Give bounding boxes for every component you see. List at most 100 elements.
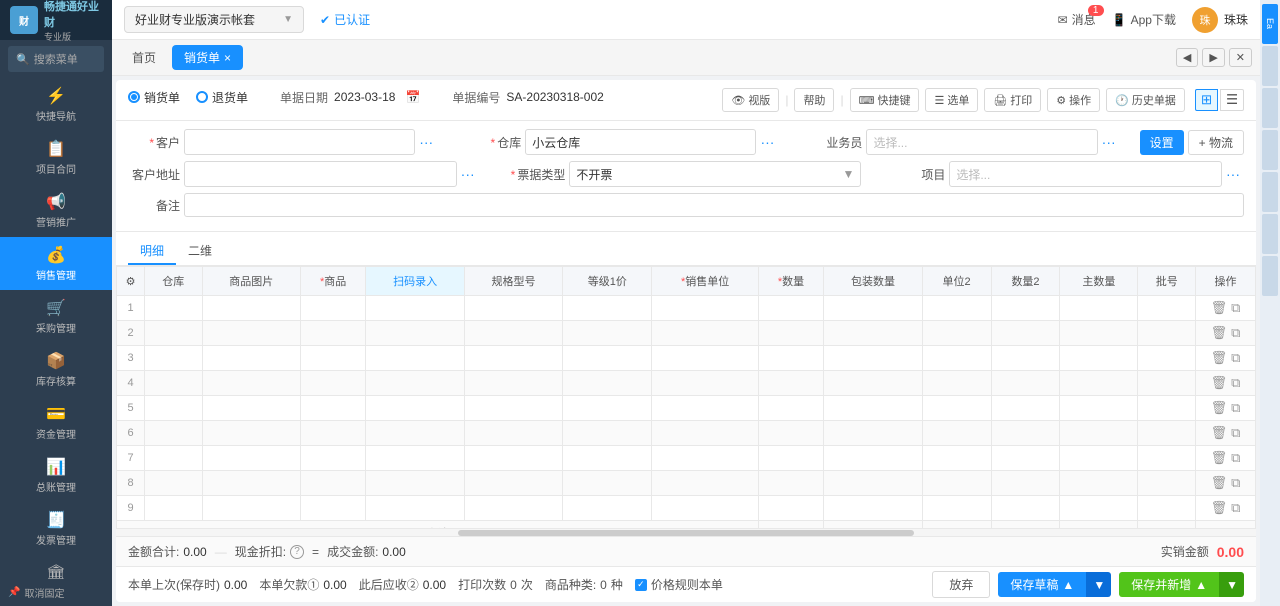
delete-row-2[interactable]: 🗑 (1211, 325, 1228, 341)
copy-row-3[interactable]: ⧉ (1231, 350, 1240, 366)
cell-pack-qty-2[interactable] (824, 321, 922, 346)
address-dots[interactable]: ··· (457, 166, 479, 182)
project-input[interactable]: 选择... (949, 161, 1222, 187)
right-panel-btn-6[interactable] (1262, 214, 1278, 254)
project-dots[interactable]: ··· (1222, 166, 1244, 182)
cell-price1-1[interactable] (563, 296, 652, 321)
copy-row-7[interactable]: ⧉ (1231, 450, 1240, 466)
cell-sales-unit-1[interactable] (652, 296, 758, 321)
delete-row-3[interactable]: 🗑 (1211, 350, 1228, 366)
right-panel-btn-7[interactable] (1262, 256, 1278, 296)
sidebar-item-marketing[interactable]: 📢 营销推广 (0, 184, 112, 237)
tab-sales[interactable]: 销货单 × (172, 45, 243, 70)
customer-dots[interactable]: ··· (415, 134, 437, 150)
cell-batch-2[interactable] (366, 321, 464, 346)
cell-qty2-1[interactable] (991, 296, 1060, 321)
col-unit2[interactable]: 单位2 (922, 267, 991, 296)
cell-unit2-2[interactable] (922, 321, 991, 346)
right-panel-btn-5[interactable] (1262, 172, 1278, 212)
radio-return[interactable]: 退货单 (196, 89, 248, 106)
cell-batch-no-2[interactable] (1138, 321, 1196, 346)
shortcut-button[interactable]: ⌨ 快捷键 (850, 88, 920, 112)
delete-row-7[interactable]: 🗑 (1211, 450, 1228, 466)
horizontal-scrollbar[interactable] (116, 528, 1256, 536)
save-new-dropdown[interactable]: ▼ (1219, 572, 1244, 597)
col-warehouse[interactable]: 仓库 (145, 267, 203, 296)
salesperson-input[interactable]: 选择... (866, 129, 1097, 155)
delete-row-6[interactable]: 🗑 (1211, 425, 1228, 441)
sidebar-item-tax[interactable]: 🏛 税务管理 (0, 555, 112, 579)
col-batch[interactable]: 批号 (1138, 267, 1196, 296)
tab-next-button[interactable]: ▶ (1202, 48, 1224, 67)
cell-spec-1[interactable] (464, 296, 562, 321)
copy-row-5[interactable]: ⧉ (1231, 400, 1240, 416)
cell-unit2-1[interactable] (922, 296, 991, 321)
remark-input[interactable] (184, 193, 1244, 217)
help-button[interactable]: 帮助 (794, 88, 834, 112)
cell-qty-2[interactable] (758, 321, 823, 346)
view-button[interactable]: 👁 视版 (722, 88, 779, 112)
right-panel-btn-2[interactable] (1262, 46, 1278, 86)
tab-mingxi[interactable]: 明细 (128, 238, 176, 265)
warehouse-input[interactable]: 小云仓库 (525, 129, 756, 155)
cell-main-qty-2[interactable] (1060, 321, 1138, 346)
sidebar-item-quicknav[interactable]: ⚡ 快捷导航 (0, 78, 112, 131)
abandon-button[interactable]: 放弃 (932, 571, 990, 598)
save-new-button[interactable]: 保存并新增 ▲ (1119, 572, 1219, 597)
cell-warehouse-2[interactable] (145, 321, 203, 346)
delete-row-5[interactable]: 🗑 (1211, 400, 1228, 416)
history-button[interactable]: 🕐 历史单据 (1106, 88, 1185, 112)
tab-home[interactable]: 首页 (120, 45, 168, 70)
cell-goods-1[interactable] (300, 296, 365, 321)
col-goods[interactable]: *商品 (300, 267, 365, 296)
app-download-button[interactable]: 📱 App下载 (1112, 11, 1176, 28)
delete-row-4[interactable]: 🗑 (1211, 375, 1228, 391)
message-button[interactable]: ✉ 1 消息 (1058, 11, 1096, 28)
sidebar-item-sales[interactable]: 💰 销售管理 (0, 237, 112, 290)
sidebar-item-project[interactable]: 📋 项目合同 (0, 131, 112, 184)
sidebar-item-purchase[interactable]: 🛒 采购管理 (0, 290, 112, 343)
date-value[interactable]: 2023-03-18 (334, 90, 395, 104)
cell-batch-1[interactable] (366, 296, 464, 321)
logistics-button[interactable]: + 物流 (1188, 130, 1244, 155)
tab-close-icon[interactable]: × (224, 51, 231, 65)
price-policy-checkbox[interactable]: ✓ 价格规则本单 (635, 576, 723, 593)
unpin-button[interactable]: 📌 取消固定 (0, 579, 112, 606)
print-button[interactable]: 🖨 打印 (984, 88, 1041, 112)
col-main-qty[interactable]: 主数量 (1060, 267, 1138, 296)
customer-input[interactable] (184, 129, 415, 155)
cell-batch-no-1[interactable] (1138, 296, 1196, 321)
address-input[interactable] (184, 161, 457, 187)
cell-sales-unit-2[interactable] (652, 321, 758, 346)
radio-sales[interactable]: 销货单 (128, 89, 180, 106)
grid-view-button[interactable]: ⊞ (1195, 89, 1218, 111)
sidebar-item-general[interactable]: 📊 总账管理 (0, 449, 112, 502)
operation-button[interactable]: ⚙ 操作 (1047, 88, 1100, 112)
delete-row-1[interactable]: 🗑 (1211, 300, 1228, 316)
col-qty[interactable]: *数量 (758, 267, 823, 296)
calendar-icon[interactable]: 📅 (405, 90, 420, 104)
copy-row-8[interactable]: ⧉ (1231, 475, 1240, 491)
col-price1[interactable]: 等级1价 (563, 267, 652, 296)
tab-close-button[interactable]: ✕ (1229, 48, 1252, 67)
save-draft-dropdown[interactable]: ▼ (1086, 572, 1111, 597)
sidebar-item-inventory[interactable]: 📦 库存核算 (0, 343, 112, 396)
cell-pack-qty-1[interactable] (824, 296, 922, 321)
cell-image-1[interactable] (202, 296, 300, 321)
cell-spec-2[interactable] (464, 321, 562, 346)
table-wrapper[interactable]: ⚙ 仓库 商品图片 *商品 扫码录入 规格型号 等级1价 *销售单位 *数量 包… (116, 266, 1256, 528)
col-sales-unit[interactable]: *销售单位 (652, 267, 758, 296)
company-selector[interactable]: 好业财专业版演示帐套 ▼ (124, 6, 304, 33)
sidebar-item-capital[interactable]: 💳 资金管理 (0, 396, 112, 449)
col-settings[interactable]: ⚙ (117, 267, 145, 296)
tab-erwei[interactable]: 二维 (176, 238, 224, 265)
col-spec[interactable]: 规格型号 (464, 267, 562, 296)
copy-row-9[interactable]: ⧉ (1231, 500, 1240, 516)
salesperson-dots[interactable]: ··· (1098, 134, 1120, 150)
warehouse-dots[interactable]: ··· (756, 134, 778, 150)
discount-help[interactable]: ? (290, 545, 304, 559)
cell-qty-1[interactable] (758, 296, 823, 321)
select-button[interactable]: ☰ 选单 (925, 88, 978, 112)
save-draft-button[interactable]: 保存草稿 ▲ (998, 572, 1086, 597)
copy-row-4[interactable]: ⧉ (1231, 375, 1240, 391)
